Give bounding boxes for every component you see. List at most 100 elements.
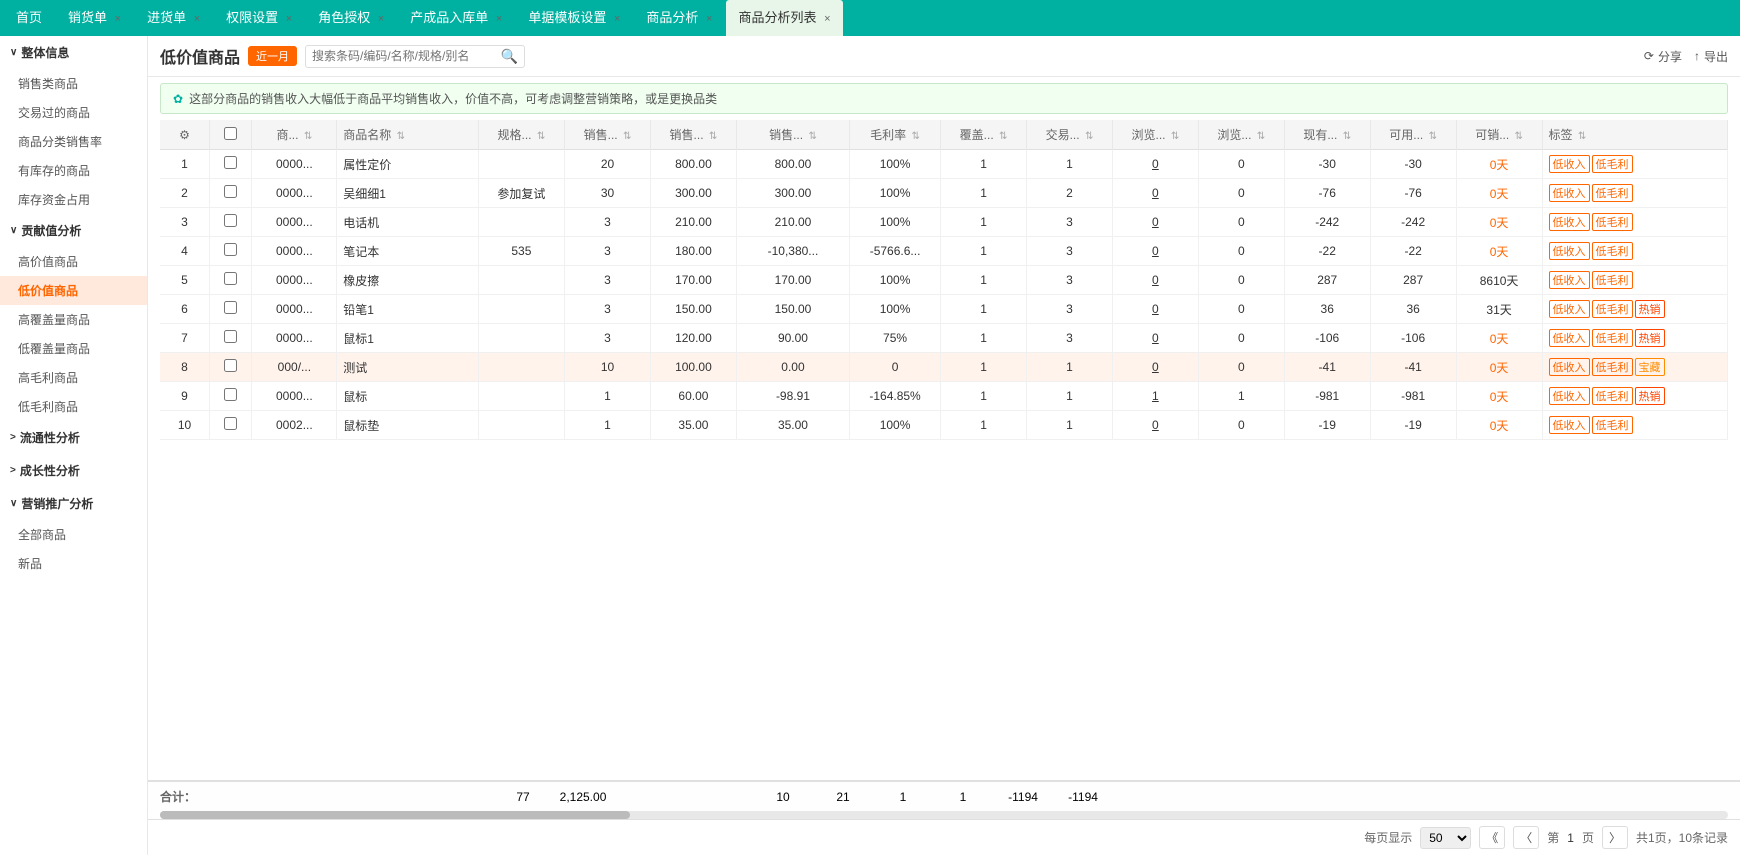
nav-role[interactable]: 角色授权 × [306, 0, 396, 36]
row-browse1[interactable]: 0 [1112, 179, 1198, 208]
sidebar-item-stock-goods[interactable]: 有库存的商品 [0, 156, 147, 185]
th-sale2[interactable]: 销售... ⇅ [650, 120, 736, 150]
row-select-checkbox[interactable] [224, 185, 237, 198]
row-browse1[interactable]: 0 [1112, 324, 1198, 353]
row-checkbox[interactable] [210, 150, 252, 179]
th-available[interactable]: 可用... ⇅ [1370, 120, 1456, 150]
th-name[interactable]: 商品名称 ⇅ [337, 120, 478, 150]
row-browse1[interactable]: 0 [1112, 411, 1198, 440]
sidebar-item-all-goods[interactable]: 全部商品 [0, 520, 147, 549]
sidebar-section-circulation[interactable]: > 流通性分析 [0, 421, 147, 454]
th-margin[interactable]: 毛利率 ⇅ [850, 120, 941, 150]
th-tags[interactable]: 标签 ⇅ [1542, 120, 1727, 150]
row-select-checkbox[interactable] [224, 243, 237, 256]
nav-permission[interactable]: 权限设置 × [214, 0, 304, 36]
th-browse2[interactable]: 浏览... ⇅ [1198, 120, 1284, 150]
browse-link[interactable]: 0 [1152, 215, 1159, 229]
nav-sales[interactable]: 销货单 × [56, 0, 133, 36]
th-spec[interactable]: 规格... ⇅ [478, 120, 564, 150]
row-browse1[interactable]: 0 [1112, 353, 1198, 382]
row-select-checkbox[interactable] [224, 214, 237, 227]
next-page-button[interactable]: 〉 [1602, 826, 1628, 849]
first-page-button[interactable]: 《 [1479, 826, 1505, 849]
row-select-checkbox[interactable] [224, 417, 237, 430]
row-browse1[interactable]: 0 [1112, 208, 1198, 237]
row-browse1[interactable]: 0 [1112, 150, 1198, 179]
row-select-checkbox[interactable] [224, 156, 237, 169]
sidebar-item-high-margin[interactable]: 高毛利商品 [0, 363, 147, 392]
sidebar-item-stock-fund[interactable]: 库存资金占用 [0, 185, 147, 214]
browse-link[interactable]: 0 [1152, 186, 1159, 200]
prev-page-button[interactable]: 〈 [1513, 826, 1539, 849]
sidebar-item-low-margin[interactable]: 低毛利商品 [0, 392, 147, 421]
browse-link[interactable]: 0 [1152, 273, 1159, 287]
row-checkbox[interactable] [210, 324, 252, 353]
settings-icon[interactable]: ⚙ [179, 128, 190, 142]
row-spec [478, 324, 564, 353]
browse-link[interactable]: 0 [1152, 302, 1159, 316]
browse-link[interactable]: 1 [1152, 389, 1159, 403]
th-current[interactable]: 现有... ⇅ [1284, 120, 1370, 150]
search-box[interactable]: 🔍 [305, 45, 525, 68]
row-checkbox[interactable] [210, 208, 252, 237]
th-cover[interactable]: 覆盖... ⇅ [941, 120, 1027, 150]
browse-link[interactable]: 0 [1152, 331, 1159, 345]
row-select-checkbox[interactable] [224, 301, 237, 314]
row-current: -242 [1284, 208, 1370, 237]
time-badge[interactable]: 近一月 [248, 46, 297, 66]
sidebar-item-new-goods[interactable]: 新品 [0, 549, 147, 578]
row-select-checkbox[interactable] [224, 272, 237, 285]
sidebar-item-low-coverage[interactable]: 低覆盖量商品 [0, 334, 147, 363]
nav-analysis[interactable]: 商品分析 × [634, 0, 724, 36]
row-browse1[interactable]: 1 [1112, 382, 1198, 411]
row-checkbox[interactable] [210, 382, 252, 411]
browse-link[interactable]: 0 [1152, 360, 1159, 374]
th-checkbox[interactable] [210, 120, 252, 150]
nav-home[interactable]: 首页 [4, 0, 54, 36]
row-checkbox[interactable] [210, 411, 252, 440]
search-icon[interactable]: 🔍 [501, 48, 518, 65]
nav-template[interactable]: 单据模板设置 × [516, 0, 632, 36]
row-checkbox[interactable] [210, 266, 252, 295]
sidebar-item-sales-goods[interactable]: 销售类商品 [0, 69, 147, 98]
nav-analysis-list[interactable]: 商品分析列表 × [726, 0, 842, 36]
row-browse1[interactable]: 0 [1112, 295, 1198, 324]
per-page-select[interactable]: 50 100 200 [1420, 827, 1471, 849]
sidebar-section-contribution[interactable]: ∨ 贡献值分析 [0, 214, 147, 247]
th-trade[interactable]: 交易... ⇅ [1027, 120, 1113, 150]
sidebar-section-overview[interactable]: ∨ 整体信息 [0, 36, 147, 69]
sidebar-item-high-coverage[interactable]: 高覆盖量商品 [0, 305, 147, 334]
row-checkbox[interactable] [210, 179, 252, 208]
sidebar-item-traded-goods[interactable]: 交易过的商品 [0, 98, 147, 127]
browse-link[interactable]: 0 [1152, 157, 1159, 171]
share-button[interactable]: ⟳ 分享 [1644, 48, 1682, 65]
nav-purchase[interactable]: 进货单 × [135, 0, 212, 36]
nav-product[interactable]: 产成品入库单 × [398, 0, 514, 36]
row-checkbox[interactable] [210, 237, 252, 266]
sidebar-item-low-value[interactable]: 低价值商品 [0, 276, 147, 305]
th-settings[interactable]: ⚙ [160, 120, 210, 150]
row-browse1[interactable]: 0 [1112, 237, 1198, 266]
th-sale1[interactable]: 销售... ⇅ [565, 120, 651, 150]
select-all-checkbox[interactable] [224, 127, 237, 140]
browse-link[interactable]: 0 [1152, 244, 1159, 258]
th-browse1[interactable]: 浏览... ⇅ [1112, 120, 1198, 150]
export-button[interactable]: ↑ 导出 [1694, 48, 1728, 65]
th-sale3[interactable]: 销售... ⇅ [736, 120, 849, 150]
sidebar-section-growth[interactable]: > 成长性分析 [0, 454, 147, 487]
sidebar-item-high-value[interactable]: 高价值商品 [0, 247, 147, 276]
th-code[interactable]: 商... ⇅ [252, 120, 337, 150]
row-select-checkbox[interactable] [224, 330, 237, 343]
row-browse2: 0 [1198, 237, 1284, 266]
search-input[interactable] [312, 49, 501, 63]
row-checkbox[interactable] [210, 295, 252, 324]
sidebar-section-marketing[interactable]: ∨ 营销推广分析 [0, 487, 147, 520]
sort-icon: ⇅ [304, 131, 312, 142]
row-checkbox[interactable] [210, 353, 252, 382]
sidebar-item-category-rate[interactable]: 商品分类销售率 [0, 127, 147, 156]
row-select-checkbox[interactable] [224, 388, 237, 401]
th-sellable[interactable]: 可销... ⇅ [1456, 120, 1542, 150]
row-select-checkbox[interactable] [224, 359, 237, 372]
row-browse1[interactable]: 0 [1112, 266, 1198, 295]
browse-link[interactable]: 0 [1152, 418, 1159, 432]
